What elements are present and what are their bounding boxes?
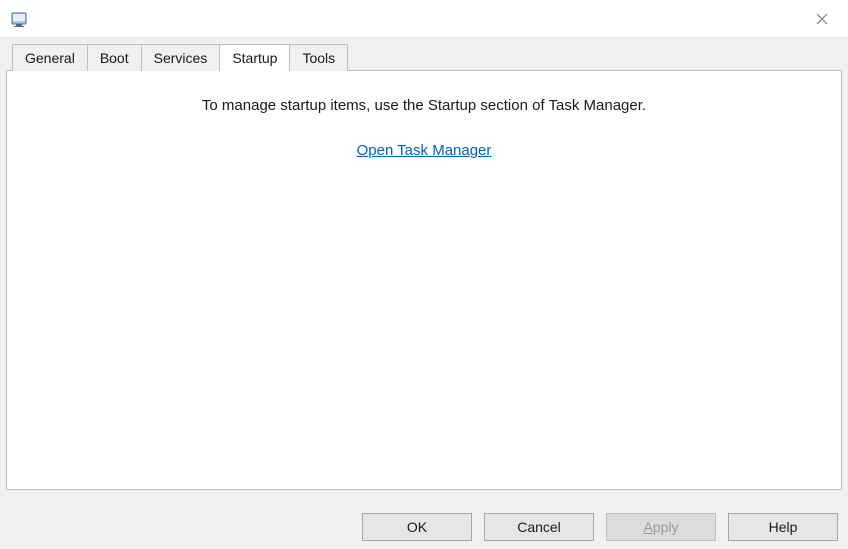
window-body: General Boot Services Startup Tools To m… xyxy=(0,38,848,505)
close-button[interactable] xyxy=(802,4,842,34)
tab-boot[interactable]: Boot xyxy=(87,44,142,71)
titlebar-left xyxy=(10,9,30,29)
tab-tools[interactable]: Tools xyxy=(289,44,348,71)
msconfig-icon xyxy=(10,9,30,29)
tab-panel-startup: To manage startup items, use the Startup… xyxy=(6,70,842,490)
help-button[interactable]: Help xyxy=(728,513,838,541)
dialog-button-row: OK Cancel Apply Help xyxy=(362,513,838,541)
tab-services[interactable]: Services xyxy=(141,44,221,71)
open-task-manager-link[interactable]: Open Task Manager xyxy=(357,142,492,159)
link-row: Open Task Manager xyxy=(27,142,821,159)
tab-general[interactable]: General xyxy=(12,44,88,71)
titlebar xyxy=(0,0,848,38)
startup-message: To manage startup items, use the Startup… xyxy=(27,97,821,114)
tab-strip: General Boot Services Startup Tools xyxy=(6,44,842,71)
ok-button[interactable]: OK xyxy=(362,513,472,541)
apply-button: Apply xyxy=(606,513,716,541)
tab-startup[interactable]: Startup xyxy=(219,44,290,72)
cancel-button[interactable]: Cancel xyxy=(484,513,594,541)
